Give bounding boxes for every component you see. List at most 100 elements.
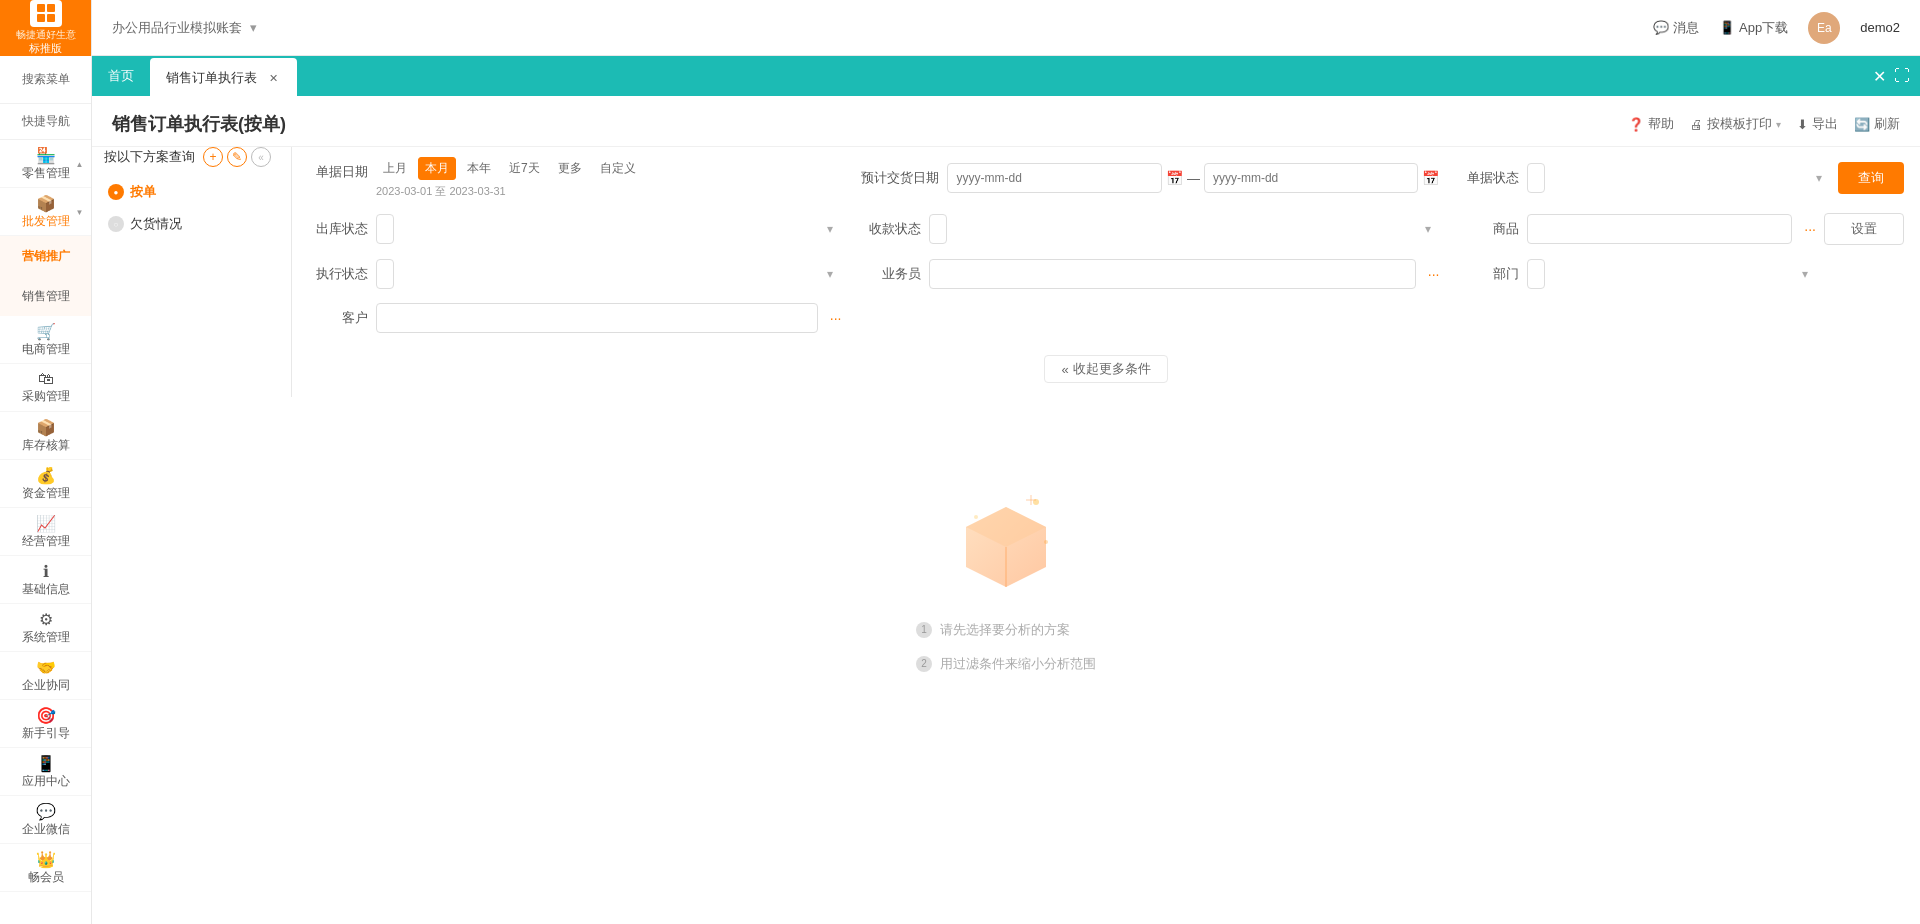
expected-date-from-icon[interactable]: 📅 <box>1166 170 1183 186</box>
out-status-select[interactable] <box>376 214 394 244</box>
department-select[interactable] <box>1527 259 1545 289</box>
sidebar-item-app-center[interactable]: 📱 应用中心 <box>0 748 92 796</box>
svg-point-9 <box>1044 540 1048 544</box>
filter-content: 按以下方案查询 + ✎ « <box>92 147 1920 397</box>
logo-text: 标推版 <box>29 41 62 56</box>
expected-date-to-icon[interactable]: 📅 <box>1422 170 1439 186</box>
settings-btn-spacer: 设置 <box>1824 213 1904 245</box>
expected-date-from[interactable] <box>947 163 1161 193</box>
tab-home[interactable]: 首页 <box>92 56 150 96</box>
sidebar-item-finance[interactable]: 💰 资金管理 <box>0 460 92 508</box>
sales-label: 销售管理 <box>22 288 70 305</box>
date-tab-this-month[interactable]: 本月 <box>418 157 456 180</box>
top-header: 办公用品行业模拟账套 ▾ 💬 消息 📱 App下载 Ea demo2 <box>92 0 1920 56</box>
sidebar-item-inventory[interactable]: 📦 库存核算 <box>0 412 92 460</box>
goods-field-group: 商品 ··· 设置 <box>1459 213 1904 245</box>
print-btn[interactable]: 🖨 按模板打印 ▾ <box>1690 115 1781 133</box>
filter-scheme-title-text: 按以下方案查询 <box>104 148 195 166</box>
tab-sales-order[interactable]: 销售订单执行表 ✕ <box>150 58 297 98</box>
sidebar-item-basic-info[interactable]: ℹ 基础信息 <box>0 556 92 604</box>
filter-section: 按以下方案查询 + ✎ « <box>92 147 1920 397</box>
tab-bar: 首页 销售订单执行表 ✕ ✕ ⛶ <box>92 56 1920 96</box>
marketing-label: 营销推广 <box>22 248 70 265</box>
salesperson-label: 业务员 <box>861 265 921 283</box>
exec-status-select[interactable] <box>376 259 394 289</box>
date-tab-this-year[interactable]: 本年 <box>460 157 498 180</box>
avatar[interactable]: Ea <box>1808 12 1840 44</box>
filter-row-4: 客户 ··· <box>308 303 1904 333</box>
print-dropdown-icon[interactable]: ▾ <box>1776 119 1781 130</box>
collapse-scheme-btn[interactable]: « <box>251 147 271 167</box>
inventory-icon: 📦 <box>36 418 56 437</box>
expected-date-to[interactable] <box>1204 163 1418 193</box>
message-btn[interactable]: 💬 消息 <box>1653 19 1699 37</box>
logo-icon <box>30 0 62 27</box>
help-icon: ❓ <box>1628 117 1644 132</box>
department-field-group: 部门 <box>1459 259 1904 289</box>
inventory-label: 库存核算 <box>22 437 70 454</box>
new-guide-icon: 🎯 <box>36 706 56 725</box>
date-tab-last-month[interactable]: 上月 <box>376 157 414 180</box>
salesperson-field-group: 业务员 ··· <box>861 259 1439 289</box>
date-tab-more[interactable]: 更多 <box>551 157 589 180</box>
date-field-group: 单据日期 上月 本月 本年 近7天 更多 自定义 20 <box>308 157 841 199</box>
filter-row-2: 出库状态 收款状态 <box>308 213 1904 245</box>
sidebar-item-wholesale[interactable]: 📦 批发管理 <box>0 188 92 236</box>
app-center-icon: 📱 <box>36 754 56 773</box>
date-tab-custom[interactable]: 自定义 <box>593 157 643 180</box>
salesperson-more-btn[interactable]: ··· <box>1428 266 1440 282</box>
collapse-more-area: « 收起更多条件 <box>308 347 1904 397</box>
enterprise-collab-label: 企业协同 <box>22 677 70 694</box>
edit-scheme-btn[interactable]: ✎ <box>227 147 247 167</box>
sidebar-item-enterprise-wechat[interactable]: 💬 企业微信 <box>0 796 92 844</box>
sidebar-item-ecommerce[interactable]: 🛒 电商管理 <box>0 316 92 364</box>
sidebar-item-operations[interactable]: 📈 经营管理 <box>0 508 92 556</box>
app-download-btn[interactable]: 📱 App下载 <box>1719 19 1788 37</box>
username[interactable]: demo2 <box>1860 20 1900 35</box>
tab-bar-right: ✕ ⛶ <box>1873 67 1920 86</box>
sidebar-item-retail[interactable]: 🏪 零售管理 <box>0 140 92 188</box>
goods-label: 商品 <box>1459 220 1519 238</box>
customer-input[interactable] <box>376 303 818 333</box>
doc-status-select[interactable] <box>1527 163 1545 193</box>
app-logo[interactable]: 畅捷通好生意 标推版 <box>0 0 92 56</box>
help-btn[interactable]: ❓ 帮助 <box>1628 115 1674 133</box>
out-status-field-group: 出库状态 <box>308 214 841 244</box>
date-tab-7days[interactable]: 近7天 <box>502 157 547 180</box>
sidebar-sub-item-sales[interactable]: 销售管理 <box>0 276 92 316</box>
exec-status-field-group: 执行状态 <box>308 259 841 289</box>
salesperson-input[interactable] <box>929 259 1415 289</box>
refresh-btn[interactable]: 🔄 刷新 <box>1854 115 1900 133</box>
vip-icon: 👑 <box>36 850 56 869</box>
sidebar-item-search[interactable]: 搜索菜单 <box>0 56 92 104</box>
export-btn[interactable]: ⬇ 导出 <box>1797 115 1838 133</box>
collapse-more-btn[interactable]: « 收起更多条件 <box>1044 355 1167 383</box>
goods-input[interactable] <box>1527 214 1792 244</box>
filter-scheme-icons: + ✎ « <box>203 147 271 167</box>
sidebar-item-purchase[interactable]: 🛍 采购管理 <box>0 364 92 412</box>
add-scheme-btn[interactable]: + <box>203 147 223 167</box>
payment-status-select[interactable] <box>929 214 947 244</box>
search-button[interactable]: 查询 <box>1838 162 1904 194</box>
out-status-label: 出库状态 <box>308 220 368 238</box>
sidebar-item-new-guide[interactable]: 🎯 新手引导 <box>0 700 92 748</box>
tab-expand-btn[interactable]: ⛶ <box>1894 67 1910 85</box>
settings-button[interactable]: 设置 <box>1824 213 1904 245</box>
tab-close-icon[interactable]: ✕ <box>265 70 281 86</box>
scheme-item-by-order[interactable]: ● 按单 <box>104 177 279 207</box>
enterprise-wechat-icon: 💬 <box>36 802 56 821</box>
tab-close-btn[interactable]: ✕ <box>1873 67 1886 86</box>
filter-row-3: 执行状态 业务员 ··· <box>308 259 1904 289</box>
exec-status-select-wrapper <box>376 259 841 289</box>
filter-scheme-title: 按以下方案查询 + ✎ « <box>104 147 279 167</box>
scheme-item-shortage[interactable]: ○ 欠货情况 <box>104 209 279 239</box>
sidebar-sub-item-marketing[interactable]: 营销推广 <box>0 236 92 276</box>
customer-more-btn[interactable]: ··· <box>830 310 842 326</box>
app-download-icon: 📱 <box>1719 20 1735 35</box>
sidebar-item-system[interactable]: ⚙ 系统管理 <box>0 604 92 652</box>
header-dropdown-arrow[interactable]: ▾ <box>250 20 257 35</box>
goods-more-btn[interactable]: ··· <box>1804 221 1816 237</box>
sidebar-item-enterprise-collab[interactable]: 🤝 企业协同 <box>0 652 92 700</box>
sidebar-item-vip[interactable]: 👑 畅会员 <box>0 844 92 892</box>
sidebar-item-quick-nav[interactable]: 快捷导航 <box>0 104 92 140</box>
